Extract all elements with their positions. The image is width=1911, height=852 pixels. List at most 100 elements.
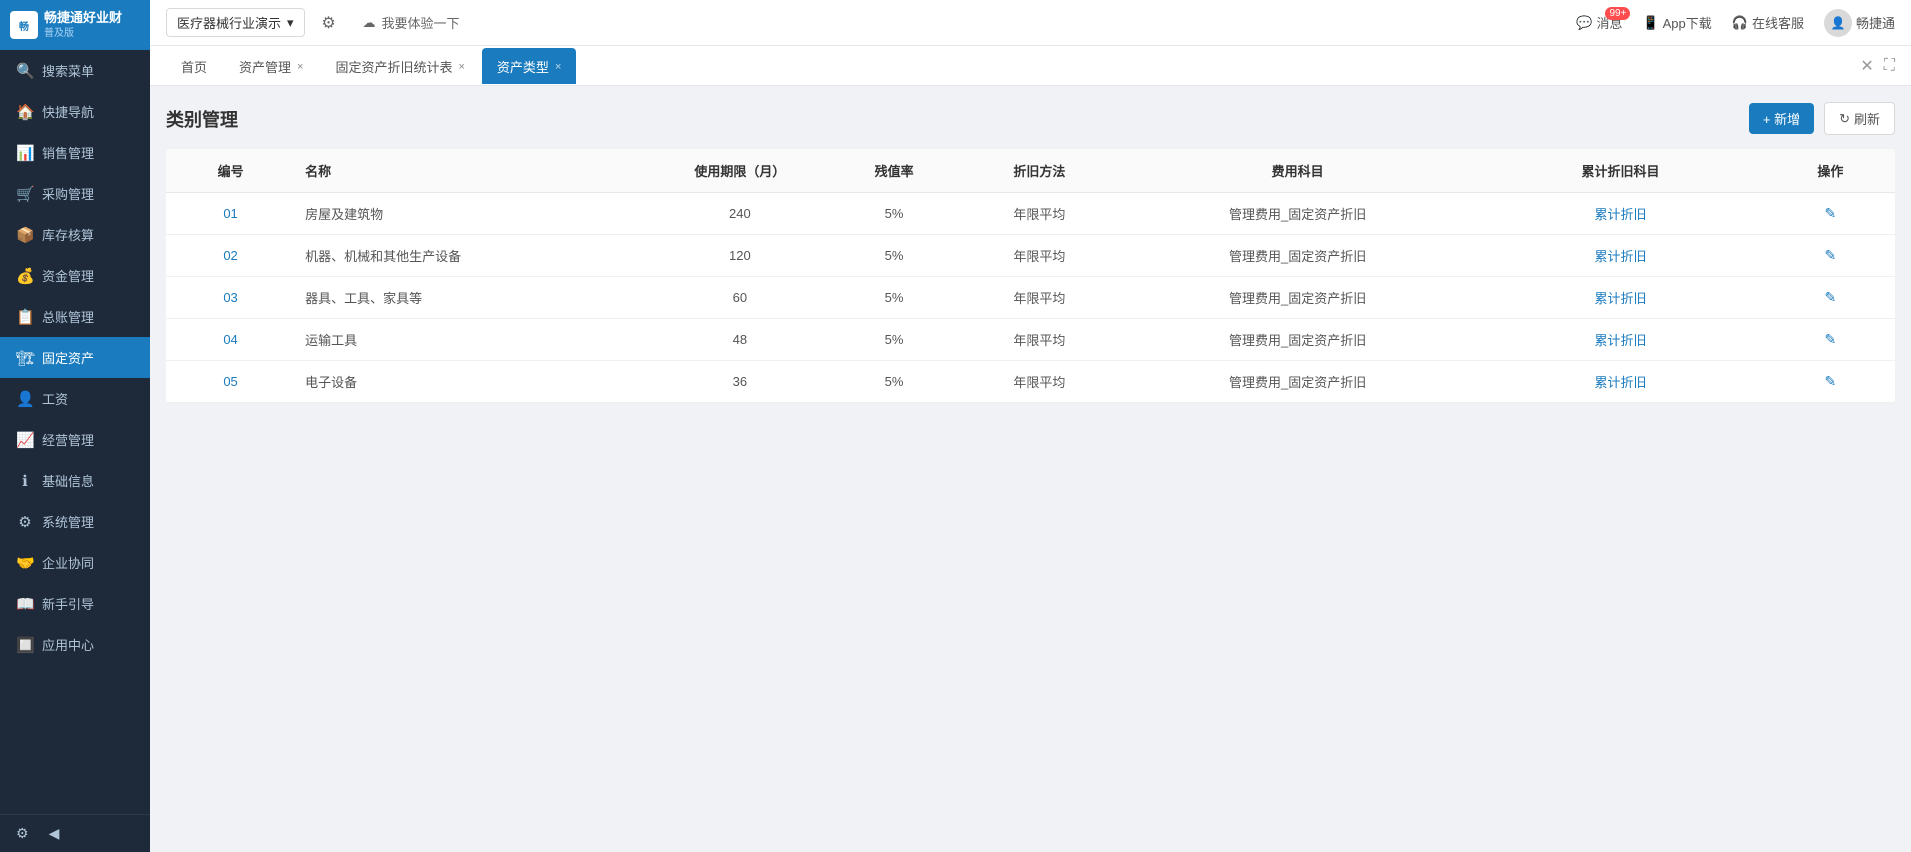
edit-icon-4[interactable]: ✎ — [1825, 373, 1837, 389]
logo-icon: 畅 — [10, 11, 38, 39]
edit-icon-0[interactable]: ✎ — [1825, 205, 1837, 221]
table-row: 03 器具、工具、家具等 60 5% 年限平均 管理费用_固定资产折旧 累计折旧… — [166, 277, 1895, 319]
cell-accum-2[interactable]: 累计折旧 — [1475, 277, 1766, 319]
edit-icon-2[interactable]: ✎ — [1825, 289, 1837, 305]
edit-icon-1[interactable]: ✎ — [1825, 247, 1837, 263]
sidebar-item-fixed[interactable]: 🏗固定资产 — [0, 337, 150, 378]
tab-fixed-depreciation[interactable]: 固定资产折旧统计表× — [320, 48, 479, 84]
page-header: 类别管理 + 新增 ↻ 刷新 — [166, 102, 1895, 135]
sidebar-icon-inventory: 📦 — [16, 226, 34, 244]
tabs-container: 首页资产管理×固定资产折旧统计表×资产类型× — [166, 48, 1858, 83]
message-badge: 99+ — [1605, 7, 1630, 20]
sidebar-item-funds[interactable]: 💰资金管理 — [0, 255, 150, 296]
cell-method-3: 年限平均 — [959, 319, 1120, 361]
sidebar-item-purchase[interactable]: 🛒采购管理 — [0, 173, 150, 214]
new-button[interactable]: + 新增 — [1749, 103, 1814, 134]
topbar-right: 💬 消息 99+ 📱 App下载 🎧 在线客服 👤 畅捷通 — [1576, 9, 1895, 37]
sidebar-item-quicknav[interactable]: 🏠快捷导航 — [0, 91, 150, 132]
sidebar-icon-search: 🔍 — [16, 62, 34, 80]
refresh-button[interactable]: ↻ 刷新 — [1824, 102, 1895, 135]
headset-icon: 🎧 — [1732, 15, 1748, 31]
page-actions: + 新增 ↻ 刷新 — [1749, 102, 1895, 135]
cell-residual-1: 5% — [830, 235, 959, 277]
sidebar-label-fixed: 固定资产 — [42, 348, 94, 367]
cell-expense-2: 管理费用_固定资产折旧 — [1120, 277, 1475, 319]
sidebar-label-purchase: 采购管理 — [42, 184, 94, 203]
cell-period-1: 120 — [650, 235, 829, 277]
sidebar-item-ledger[interactable]: 📋总账管理 — [0, 296, 150, 337]
cell-accum-3[interactable]: 累计折旧 — [1475, 319, 1766, 361]
cell-residual-0: 5% — [830, 193, 959, 235]
cell-name-2: 器具、工具、家具等 — [295, 277, 650, 319]
content-area: 类别管理 + 新增 ↻ 刷新 编号 名称 使用期限（月） 残值率 折旧方法 — [150, 86, 1911, 852]
cell-code-4[interactable]: 05 — [166, 361, 295, 403]
topbar-settings-icon[interactable]: ⚙ — [315, 9, 343, 37]
cell-code-1[interactable]: 02 — [166, 235, 295, 277]
user-button[interactable]: 👤 畅捷通 — [1824, 9, 1895, 37]
sidebar-item-guide[interactable]: 📖新手引导 — [0, 583, 150, 624]
cell-residual-4: 5% — [830, 361, 959, 403]
experience-button[interactable]: ☁ 我要体验一下 — [363, 13, 460, 32]
company-selector[interactable]: 医疗器械行业演示 ▾ — [166, 8, 305, 37]
sidebar-label-sales: 销售管理 — [42, 143, 94, 162]
avatar: 👤 — [1824, 9, 1852, 37]
cell-name-3: 运输工具 — [295, 319, 650, 361]
sidebar-item-search[interactable]: 🔍搜索菜单 — [0, 50, 150, 91]
logo-sub: 普及版 — [44, 27, 122, 40]
sidebar-bottom: ⚙ ◀ — [0, 814, 150, 852]
sidebar-icon-basicinfo: ℹ — [16, 472, 34, 490]
chevron-down-icon: ▾ — [287, 15, 294, 31]
cell-accum-4[interactable]: 累计折旧 — [1475, 361, 1766, 403]
cell-code-0[interactable]: 01 — [166, 193, 295, 235]
table-row: 04 运输工具 48 5% 年限平均 管理费用_固定资产折旧 累计折旧 ✎ — [166, 319, 1895, 361]
tab-asset-type[interactable]: 资产类型× — [482, 48, 576, 84]
app-download-label: App下载 — [1663, 13, 1712, 32]
sidebar-label-appcenter: 应用中心 — [42, 635, 94, 654]
settings-icon[interactable]: ⚙ — [16, 825, 29, 842]
cell-code-3[interactable]: 04 — [166, 319, 295, 361]
cell-name-4: 电子设备 — [295, 361, 650, 403]
cell-code-2[interactable]: 03 — [166, 277, 295, 319]
app-download-button[interactable]: 📱 App下载 — [1642, 13, 1711, 32]
logo-name: 畅捷通好业财 — [44, 10, 122, 27]
expand-icon[interactable]: ⛶ — [1884, 57, 1895, 75]
edit-icon-3[interactable]: ✎ — [1825, 331, 1837, 347]
cell-expense-1: 管理费用_固定资产折旧 — [1120, 235, 1475, 277]
collapse-icon[interactable]: ◀ — [49, 825, 60, 842]
cell-expense-3: 管理费用_固定资产折旧 — [1120, 319, 1475, 361]
sidebar-item-bizmanage[interactable]: 📈经营管理 — [0, 419, 150, 460]
cell-method-2: 年限平均 — [959, 277, 1120, 319]
cell-accum-1[interactable]: 累计折旧 — [1475, 235, 1766, 277]
tab-close-asset-type[interactable]: × — [555, 61, 561, 73]
cell-method-0: 年限平均 — [959, 193, 1120, 235]
cell-accum-0[interactable]: 累计折旧 — [1475, 193, 1766, 235]
sidebar-item-sales[interactable]: 📊销售管理 — [0, 132, 150, 173]
close-tab-icon[interactable]: ✕ — [1860, 56, 1873, 76]
sidebar-item-enterprise[interactable]: 🤝企业协同 — [0, 542, 150, 583]
cell-name-0: 房屋及建筑物 — [295, 193, 650, 235]
sidebar-item-appcenter[interactable]: 🔲应用中心 — [0, 624, 150, 665]
sidebar-label-sysmanage: 系统管理 — [42, 512, 94, 531]
sidebar-item-sysmanage[interactable]: ⚙系统管理 — [0, 501, 150, 542]
experience-text: 我要体验一下 — [382, 13, 460, 32]
col-header-op: 操作 — [1766, 149, 1895, 193]
tab-close-asset-manage[interactable]: × — [297, 61, 303, 73]
user-label: 畅捷通 — [1856, 13, 1895, 32]
online-service-label: 在线客服 — [1752, 13, 1804, 32]
sidebar-item-basicinfo[interactable]: ℹ基础信息 — [0, 460, 150, 501]
tabs-bar: 首页资产管理×固定资产折旧统计表×资产类型× ✕ ⛶ — [150, 46, 1911, 86]
online-service-button[interactable]: 🎧 在线客服 — [1732, 13, 1804, 32]
sidebar-item-payroll[interactable]: 👤工资 — [0, 378, 150, 419]
col-header-period: 使用期限（月） — [650, 149, 829, 193]
cell-op-4: ✎ — [1766, 361, 1895, 403]
sidebar-item-inventory[interactable]: 📦库存核算 — [0, 214, 150, 255]
cell-residual-3: 5% — [830, 319, 959, 361]
cell-period-2: 60 — [650, 277, 829, 319]
tab-close-fixed-depreciation[interactable]: × — [458, 61, 464, 73]
cell-method-1: 年限平均 — [959, 235, 1120, 277]
tab-home[interactable]: 首页 — [166, 48, 222, 84]
message-button[interactable]: 💬 消息 99+ — [1576, 13, 1622, 32]
tab-asset-manage[interactable]: 资产管理 × — [224, 48, 318, 84]
tab-label-asset-manage: 资产管理 — [239, 57, 291, 76]
cell-expense-0: 管理费用_固定资产折旧 — [1120, 193, 1475, 235]
